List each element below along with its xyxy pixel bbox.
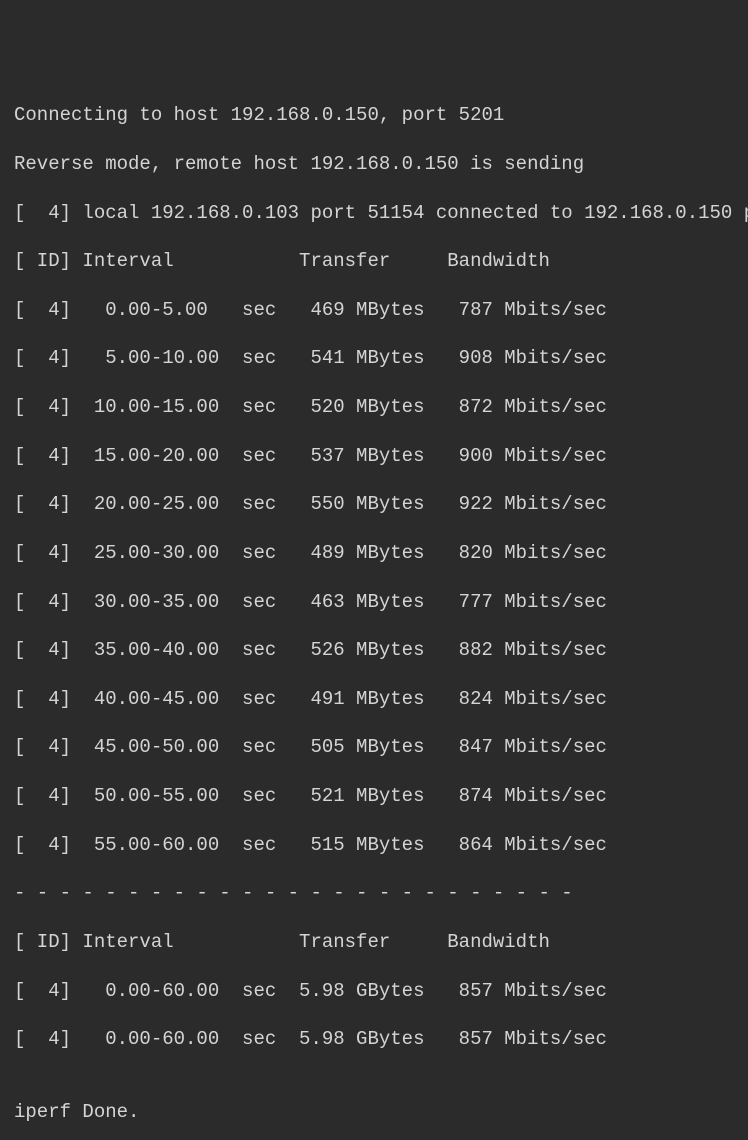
separator-line: - - - - - - - - - - - - - - - - - - - - … <box>14 881 734 905</box>
summary-receiver-line: [ 4] 0.00-60.00 sec 5.98 GBytes 857 Mbit… <box>14 1027 734 1051</box>
done-line: iperf Done. <box>14 1100 734 1124</box>
interval-row: [ 4] 25.00-30.00 sec 489 MBytes 820 Mbit… <box>14 541 734 565</box>
interval-row: [ 4] 20.00-25.00 sec 550 MBytes 922 Mbit… <box>14 492 734 516</box>
mode-line: Reverse mode, remote host 192.168.0.150 … <box>14 152 734 176</box>
connecting-line: Connecting to host 192.168.0.150, port 5… <box>14 103 734 127</box>
local-connection-line: [ 4] local 192.168.0.103 port 51154 conn… <box>14 201 734 225</box>
interval-row: [ 4] 10.00-15.00 sec 520 MBytes 872 Mbit… <box>14 395 734 419</box>
interval-row: [ 4] 15.00-20.00 sec 537 MBytes 900 Mbit… <box>14 444 734 468</box>
interval-row: [ 4] 0.00-5.00 sec 469 MBytes 787 Mbits/… <box>14 298 734 322</box>
interval-row: [ 4] 50.00-55.00 sec 521 MBytes 874 Mbit… <box>14 784 734 808</box>
column-header-line: [ ID] Interval Transfer Bandwidth <box>14 249 734 273</box>
summary-sender-line: [ 4] 0.00-60.00 sec 5.98 GBytes 857 Mbit… <box>14 979 734 1003</box>
interval-row: [ 4] 40.00-45.00 sec 491 MBytes 824 Mbit… <box>14 687 734 711</box>
interval-row: [ 4] 45.00-50.00 sec 505 MBytes 847 Mbit… <box>14 735 734 759</box>
interval-row: [ 4] 30.00-35.00 sec 463 MBytes 777 Mbit… <box>14 590 734 614</box>
interval-row: [ 4] 55.00-60.00 sec 515 MBytes 864 Mbit… <box>14 833 734 857</box>
summary-column-header-line: [ ID] Interval Transfer Bandwidth <box>14 930 734 954</box>
interval-row: [ 4] 35.00-40.00 sec 526 MBytes 882 Mbit… <box>14 638 734 662</box>
interval-row: [ 4] 5.00-10.00 sec 541 MBytes 908 Mbits… <box>14 346 734 370</box>
